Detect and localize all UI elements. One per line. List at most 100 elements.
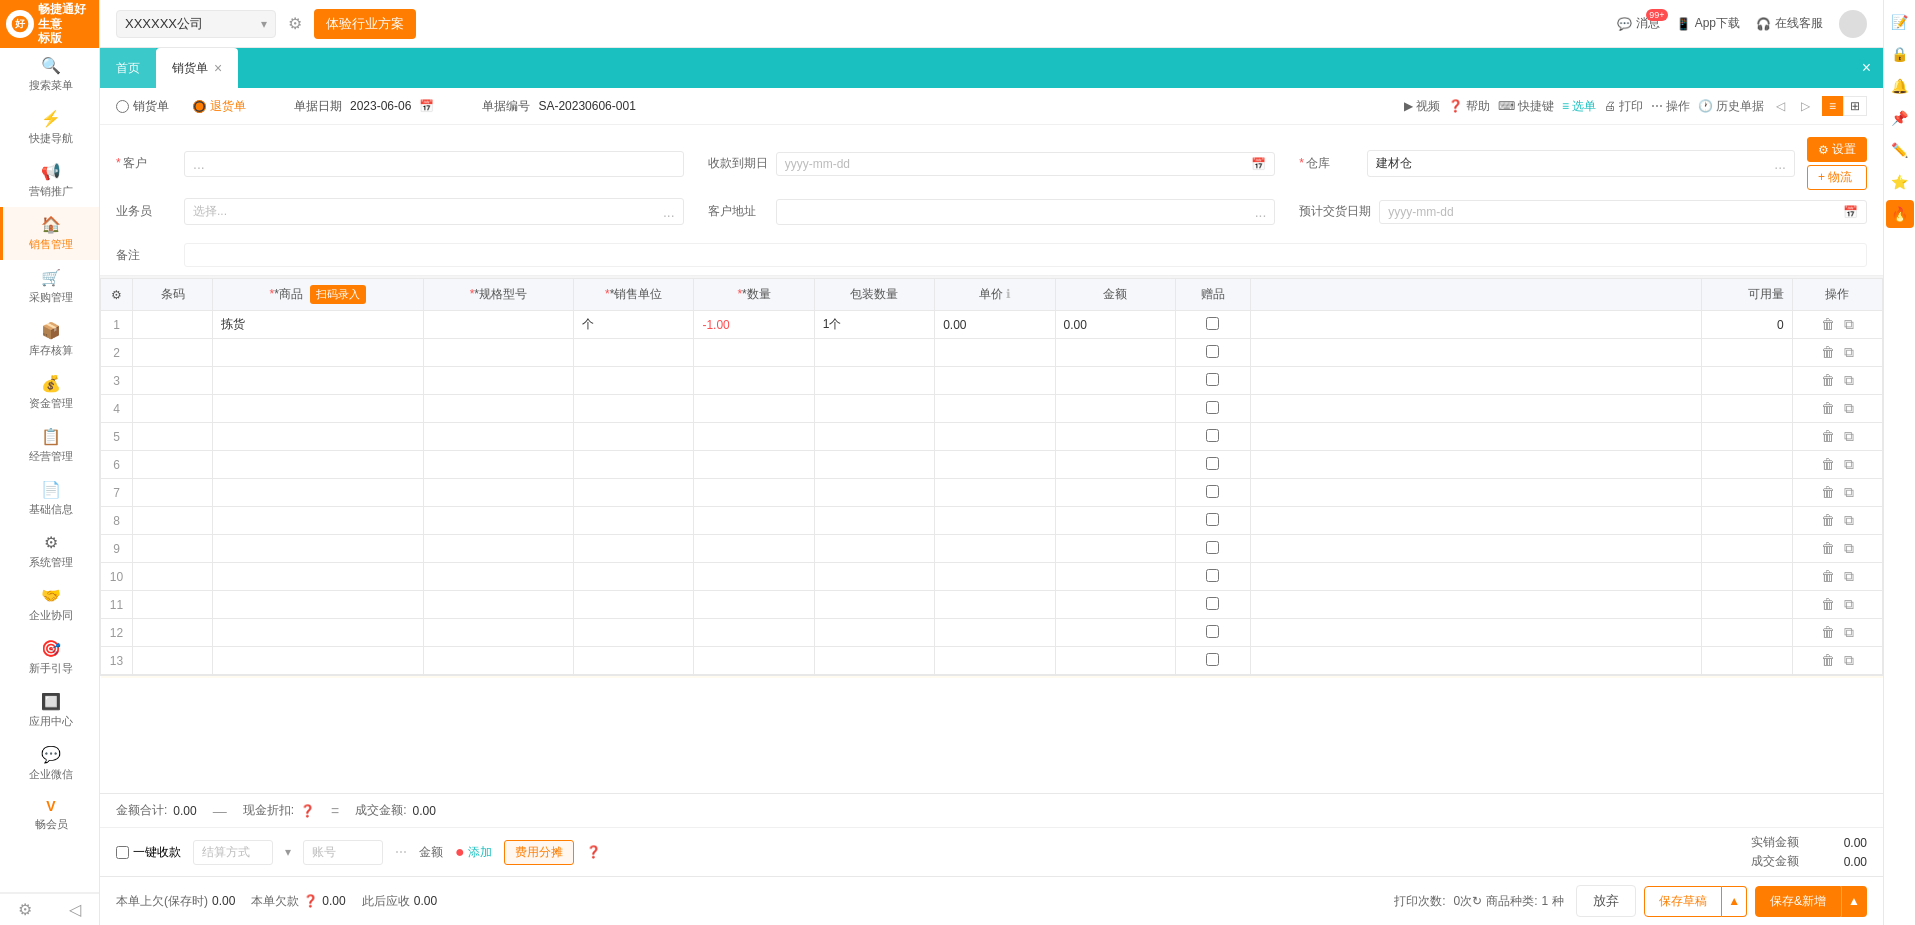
row-gift[interactable] [1175, 423, 1250, 451]
row-price[interactable] [935, 535, 1055, 563]
row-amount[interactable] [1055, 451, 1175, 479]
row-amount[interactable] [1055, 507, 1175, 535]
row-qty[interactable] [694, 479, 814, 507]
row-product[interactable] [213, 367, 424, 395]
save-draft-button[interactable]: 保存草稿 [1644, 886, 1722, 917]
row-spec[interactable] [423, 563, 573, 591]
settings-button[interactable]: ⚙ 设置 [1807, 137, 1867, 162]
delete-row-btn[interactable]: 🗑 [1818, 344, 1838, 360]
cash-discount-help-icon[interactable]: ❓ [300, 804, 315, 818]
copy-row-btn[interactable]: ⧉ [1841, 484, 1857, 500]
delivery-calendar-icon[interactable]: 📅 [1843, 205, 1858, 219]
row-unit[interactable] [574, 591, 694, 619]
doc-type-return[interactable]: 退货单 [193, 98, 246, 115]
sidebar-item-basics[interactable]: 📄 基础信息 [0, 472, 99, 525]
row-qty[interactable] [694, 367, 814, 395]
row-barcode[interactable] [133, 367, 213, 395]
row-barcode[interactable] [133, 563, 213, 591]
table-wrapper[interactable]: ⚙ 条码 **商品 扫码录入 **规格型号 [100, 278, 1883, 678]
save-new-button[interactable]: 保存&新增 [1755, 886, 1841, 917]
row-spec[interactable] [423, 395, 573, 423]
row-spec[interactable] [423, 507, 573, 535]
row-amount[interactable] [1055, 479, 1175, 507]
row-amount[interactable] [1055, 535, 1175, 563]
right-panel-edit[interactable]: ✏️ [1886, 136, 1914, 164]
row-price[interactable] [935, 367, 1055, 395]
row-product[interactable] [213, 591, 424, 619]
copy-row-btn[interactable]: ⧉ [1841, 372, 1857, 388]
sidebar-item-operations[interactable]: 📋 经营管理 [0, 419, 99, 472]
row-barcode[interactable] [133, 451, 213, 479]
row-product[interactable] [213, 647, 424, 676]
row-pkg-qty[interactable] [814, 507, 934, 535]
row-pkg-qty[interactable] [814, 591, 934, 619]
right-panel-note[interactable]: 📝 [1886, 8, 1914, 36]
row-qty[interactable] [694, 507, 814, 535]
tab-bar-close-icon[interactable]: × [1862, 59, 1883, 77]
sidebar-item-inventory[interactable]: 📦 库存核算 [0, 313, 99, 366]
gift-checkbox[interactable] [1206, 345, 1219, 358]
delete-row-btn[interactable]: 🗑 [1818, 652, 1838, 668]
row-spec[interactable] [423, 647, 573, 676]
row-amount[interactable] [1055, 619, 1175, 647]
row-pkg-qty[interactable] [814, 619, 934, 647]
row-pkg-qty[interactable] [814, 423, 934, 451]
customer-addr-input[interactable]: ... [776, 199, 1276, 225]
right-panel-notification[interactable]: 🔔 [1886, 72, 1914, 100]
delete-row-btn[interactable]: 🗑 [1818, 428, 1838, 444]
sidebar-item-apps[interactable]: 🔲 应用中心 [0, 684, 99, 737]
total-owed-help-icon[interactable]: ❓ [303, 894, 318, 908]
sidebar-collapse-icon[interactable]: ◁ [69, 900, 81, 919]
row-gift[interactable] [1175, 619, 1250, 647]
copy-row-btn[interactable]: ⧉ [1841, 568, 1857, 584]
delete-row-btn[interactable]: 🗑 [1818, 400, 1838, 416]
copy-row-btn[interactable]: ⧉ [1841, 400, 1857, 416]
copy-row-btn[interactable]: ⧉ [1841, 512, 1857, 528]
row-gift[interactable] [1175, 535, 1250, 563]
row-amount[interactable]: 0.00 [1055, 311, 1175, 339]
row-price[interactable] [935, 451, 1055, 479]
filter-action[interactable]: ≡ 选单 [1562, 98, 1596, 115]
gift-checkbox[interactable] [1206, 513, 1219, 526]
row-price[interactable] [935, 591, 1055, 619]
account-input[interactable]: 账号 [303, 840, 383, 865]
sidebar-item-search[interactable]: 🔍 搜索菜单 [0, 48, 99, 101]
sidebar-item-guide[interactable]: 🎯 新手引导 [0, 631, 99, 684]
row-qty[interactable] [694, 619, 814, 647]
sidebar-item-quicknav[interactable]: ⚡ 快捷导航 [0, 101, 99, 154]
sidebar-item-finance[interactable]: 💰 资金管理 [0, 366, 99, 419]
row-pkg-qty[interactable] [814, 563, 934, 591]
row-qty[interactable] [694, 563, 814, 591]
row-spec[interactable] [423, 479, 573, 507]
save-draft-caret[interactable]: ▲ [1722, 886, 1747, 917]
row-qty[interactable] [694, 535, 814, 563]
row-pkg-qty[interactable] [814, 339, 934, 367]
row-gift[interactable] [1175, 367, 1250, 395]
row-price[interactable]: 0.00 [935, 311, 1055, 339]
warehouse-input[interactable]: 建材仓 ... [1367, 150, 1795, 177]
row-spec[interactable] [423, 423, 573, 451]
sidebar-item-member[interactable]: V 畅会员 [0, 790, 99, 840]
row-qty[interactable] [694, 647, 814, 676]
save-new-caret[interactable]: ▲ [1841, 886, 1867, 917]
row-price[interactable] [935, 563, 1055, 591]
row-unit[interactable] [574, 451, 694, 479]
row-unit[interactable] [574, 507, 694, 535]
help-action[interactable]: ❓ 帮助 [1448, 98, 1490, 115]
row-gift[interactable] [1175, 451, 1250, 479]
copy-row-btn[interactable]: ⧉ [1841, 652, 1857, 668]
delete-row-btn[interactable]: 🗑 [1818, 624, 1838, 640]
row-barcode[interactable] [133, 339, 213, 367]
row-product[interactable]: 拣货 [213, 311, 424, 339]
row-product[interactable] [213, 339, 424, 367]
row-gift[interactable] [1175, 479, 1250, 507]
row-price[interactable] [935, 619, 1055, 647]
row-gift[interactable] [1175, 311, 1250, 339]
company-selector[interactable]: XXXXXX公司 ▾ [116, 10, 276, 38]
refresh-icon[interactable]: ↻ [1472, 894, 1482, 908]
row-barcode[interactable] [133, 619, 213, 647]
row-amount[interactable] [1055, 367, 1175, 395]
row-product[interactable] [213, 479, 424, 507]
row-qty[interactable] [694, 591, 814, 619]
row-spec[interactable] [423, 619, 573, 647]
